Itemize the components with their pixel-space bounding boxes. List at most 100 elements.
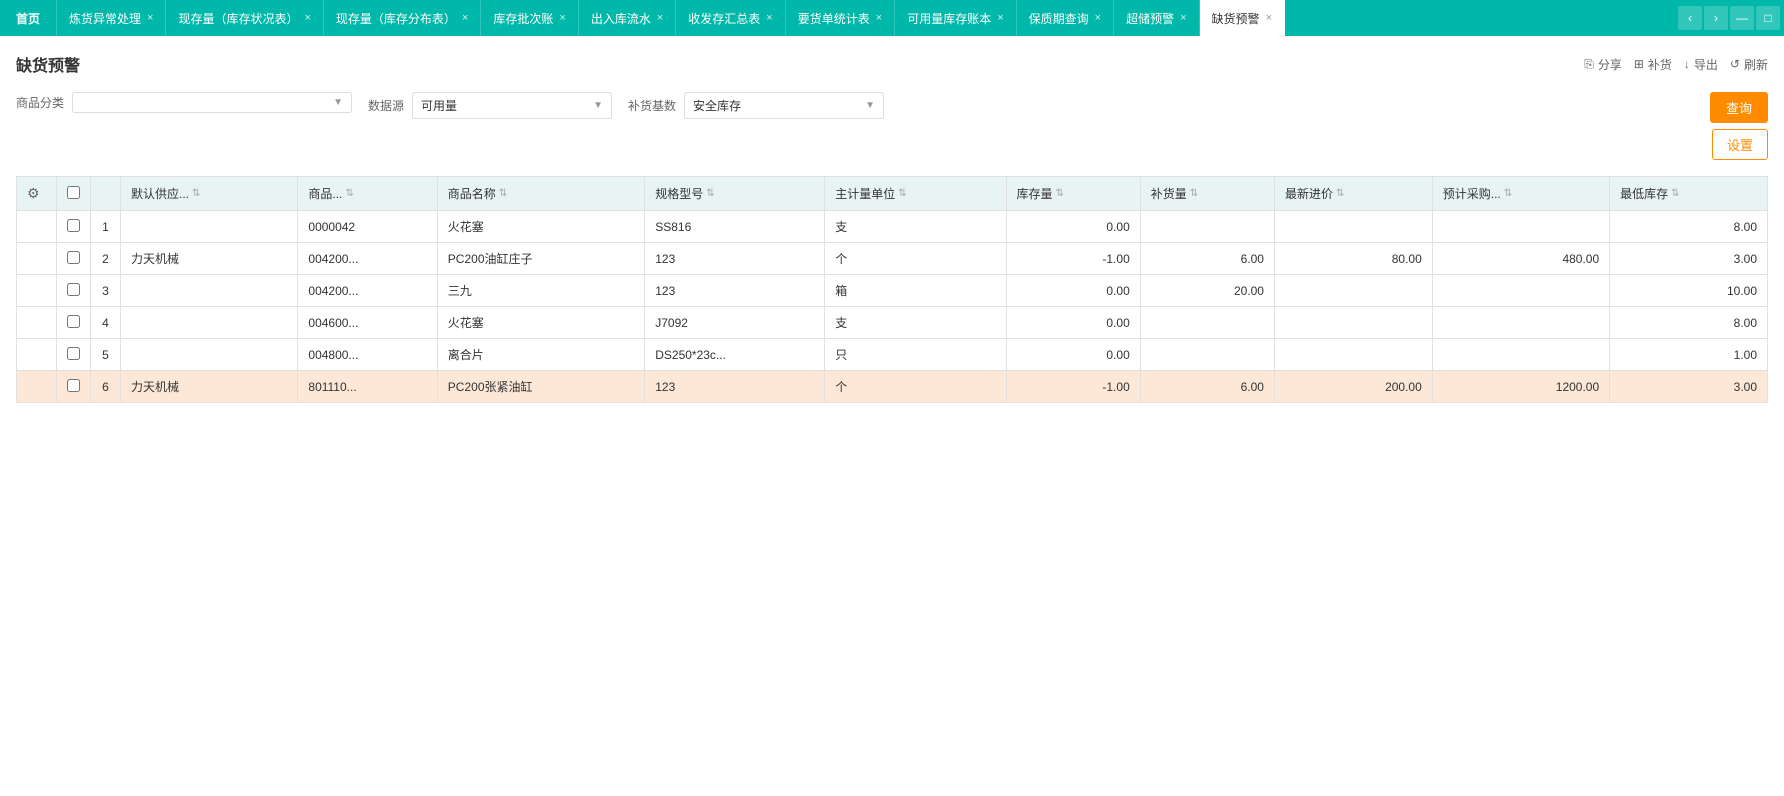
tab-expiry-query[interactable]: 保质期查询 ×: [1017, 0, 1114, 36]
td-minstock-0: 8.00: [1610, 211, 1768, 243]
td-code-1: 004200...: [298, 243, 437, 275]
td-name-3: 火花塞: [437, 307, 644, 339]
share-action[interactable]: ⎘ 分享: [1584, 56, 1622, 73]
td-rownum-3: 4: [91, 307, 121, 339]
tab-close-inventory-status[interactable]: ×: [304, 12, 310, 24]
td-supplier-4: [121, 339, 298, 371]
th-unit[interactable]: 主计量单位 ⇅: [825, 177, 1006, 211]
row-checkbox-3[interactable]: [67, 315, 80, 328]
td-minstock-5: 3.00: [1610, 371, 1768, 403]
td-check-1[interactable]: [57, 243, 91, 275]
export-action[interactable]: ↓ 导出: [1684, 56, 1718, 73]
settings-button[interactable]: 设置: [1712, 129, 1768, 160]
window-maximize-button[interactable]: □: [1756, 6, 1780, 30]
row-checkbox-2[interactable]: [67, 283, 80, 296]
sort-icon-replenish: ⇅: [1190, 188, 1198, 199]
tab-close-abnormal[interactable]: ×: [147, 12, 153, 24]
th-min-stock[interactable]: 最低库存 ⇅: [1610, 177, 1768, 211]
tab-nav-buttons: ‹ › — □: [1678, 6, 1784, 30]
td-spec-3: J7092: [645, 307, 825, 339]
th-check[interactable]: [57, 177, 91, 211]
tab-order-stats[interactable]: 要货单统计表 ×: [786, 0, 895, 36]
td-name-2: 三九: [437, 275, 644, 307]
th-spec[interactable]: 规格型号 ⇅: [645, 177, 825, 211]
query-button[interactable]: 查询: [1710, 92, 1768, 123]
td-supplier-5: 力天机械: [121, 371, 298, 403]
td-name-1: PC200油缸庄子: [437, 243, 644, 275]
tab-next-button[interactable]: ›: [1704, 6, 1728, 30]
row-checkbox-4[interactable]: [67, 347, 80, 360]
tab-receive-summary[interactable]: 收发存汇总表 ×: [676, 0, 785, 36]
td-check-3[interactable]: [57, 307, 91, 339]
tab-prev-button[interactable]: ‹: [1678, 6, 1702, 30]
th-latest-price[interactable]: 最新进价 ⇅: [1274, 177, 1432, 211]
tab-close-inout-flow[interactable]: ×: [657, 12, 663, 24]
header-actions: ⎘ 分享 ⊞ 补货 ↓ 导出 ↺ 刷新: [1584, 56, 1768, 73]
th-product-code[interactable]: 商品... ⇅: [298, 177, 437, 211]
td-estimated-0: [1432, 211, 1609, 243]
sort-icon-min-stock: ⇅: [1671, 188, 1679, 199]
tab-available-ledger[interactable]: 可用量库存账本 ×: [895, 0, 1016, 36]
tab-inventory-dist[interactable]: 现存量（库存分布表） ×: [324, 0, 481, 36]
td-check-5[interactable]: [57, 371, 91, 403]
tab-close-expiry-query[interactable]: ×: [1095, 12, 1101, 24]
th-replenish-qty[interactable]: 补货量 ⇅: [1140, 177, 1274, 211]
tab-close-overstock[interactable]: ×: [1180, 12, 1186, 24]
th-gear[interactable]: ⚙: [17, 177, 57, 211]
tab-inout-flow[interactable]: 出入库流水 ×: [579, 0, 676, 36]
tab-shortage[interactable]: 缺货预警 ×: [1200, 0, 1285, 36]
select-all-checkbox[interactable]: [67, 186, 80, 199]
tab-batch-account[interactable]: 库存批次账 ×: [481, 0, 578, 36]
tab-close-order-stats[interactable]: ×: [876, 12, 882, 24]
tab-inventory-status[interactable]: 现存量（库存状况表） ×: [166, 0, 323, 36]
row-checkbox-0[interactable]: [67, 219, 80, 232]
replenish-icon: ⊞: [1634, 57, 1644, 71]
row-checkbox-5[interactable]: [67, 379, 80, 392]
gear-icon[interactable]: ⚙: [27, 185, 40, 201]
td-spec-4: DS250*23c...: [645, 339, 825, 371]
sort-icon-estimated: ⇅: [1504, 188, 1512, 199]
td-gear-4: [17, 339, 57, 371]
th-product-name[interactable]: 商品名称 ⇅: [437, 177, 644, 211]
datasource-chevron-icon: ▼: [593, 100, 603, 111]
td-supplier-2: [121, 275, 298, 307]
th-default-supplier[interactable]: 默认供应... ⇅: [121, 177, 298, 211]
replenish-action[interactable]: ⊞ 补货: [1634, 56, 1672, 73]
category-select[interactable]: ▼: [72, 92, 352, 113]
window-minimize-button[interactable]: —: [1730, 6, 1754, 30]
th-stock-qty[interactable]: 库存量 ⇅: [1006, 177, 1140, 211]
tab-close-inventory-dist[interactable]: ×: [462, 12, 468, 24]
sort-icon-unit: ⇅: [898, 188, 906, 199]
datasource-value: 可用量: [421, 97, 457, 114]
export-icon: ↓: [1684, 57, 1690, 71]
row-checkbox-1[interactable]: [67, 251, 80, 264]
td-supplier-0: [121, 211, 298, 243]
tab-close-batch-account[interactable]: ×: [559, 12, 565, 24]
category-label: 商品分类: [16, 94, 64, 111]
tab-home[interactable]: 首页: [0, 0, 57, 36]
tab-overstock[interactable]: 超储预警 ×: [1114, 0, 1199, 36]
replenish-basis-select[interactable]: 安全库存 ▼: [684, 92, 884, 119]
tab-abnormal[interactable]: 炼货异常处理 ×: [57, 0, 166, 36]
table-row: 3 004200... 三九 123 箱 0.00 20.00 10.00: [17, 275, 1768, 307]
tab-close-available-ledger[interactable]: ×: [997, 12, 1003, 24]
td-estimated-4: [1432, 339, 1609, 371]
td-minstock-2: 10.00: [1610, 275, 1768, 307]
filter-group-replenish-basis: 补货基数 安全库存 ▼: [628, 92, 884, 119]
tab-close-shortage[interactable]: ×: [1266, 12, 1272, 24]
td-gear-3: [17, 307, 57, 339]
td-check-2[interactable]: [57, 275, 91, 307]
th-estimated-purchase[interactable]: 预计采购... ⇅: [1432, 177, 1609, 211]
td-estimated-3: [1432, 307, 1609, 339]
refresh-action[interactable]: ↺ 刷新: [1730, 56, 1768, 73]
td-unit-4: 只: [825, 339, 1006, 371]
datasource-select[interactable]: 可用量 ▼: [412, 92, 612, 119]
td-price-3: [1274, 307, 1432, 339]
tab-close-receive-summary[interactable]: ×: [766, 12, 772, 24]
sort-icon-spec: ⇅: [706, 188, 714, 199]
td-check-4[interactable]: [57, 339, 91, 371]
td-name-5: PC200张紧油缸: [437, 371, 644, 403]
td-spec-2: 123: [645, 275, 825, 307]
td-unit-2: 箱: [825, 275, 1006, 307]
td-check-0[interactable]: [57, 211, 91, 243]
